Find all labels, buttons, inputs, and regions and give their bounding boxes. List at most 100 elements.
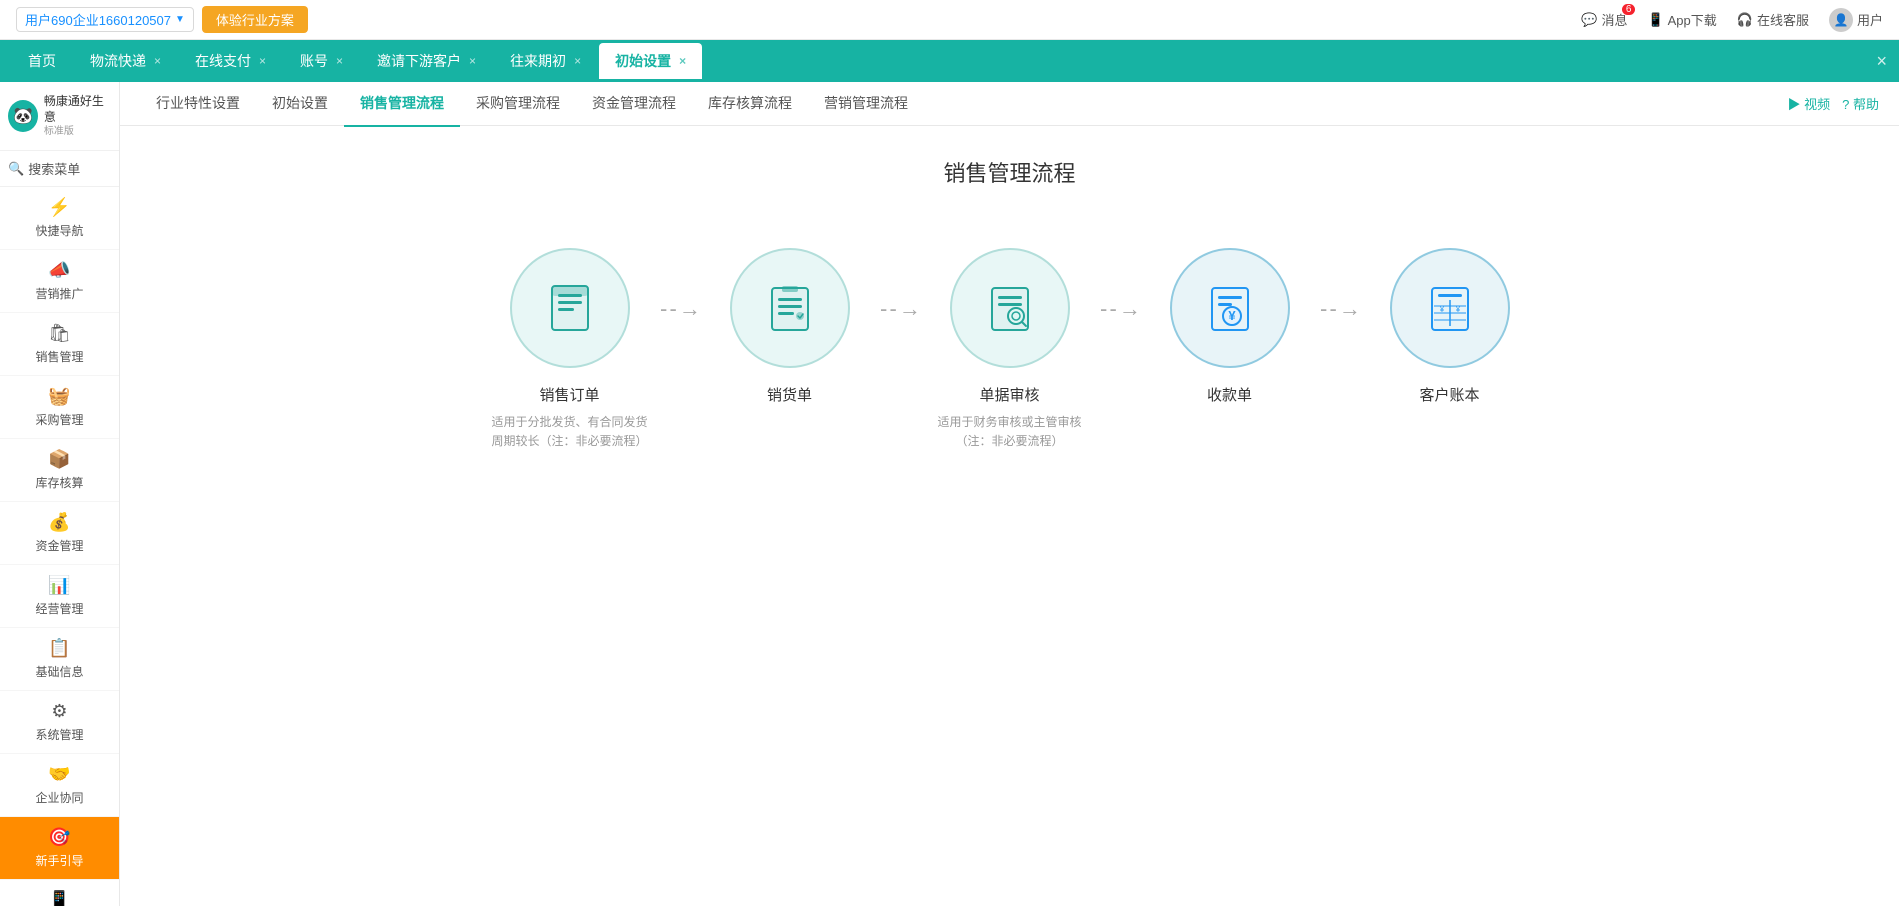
audit-circle[interactable] [950,248,1070,368]
arrow-2: - - → [870,248,930,322]
top-bar-right: 💬 消息 6 📱 App下载 🎧 在线客服 👤 用户 [1581,8,1883,32]
guide-icon: 🎯 [48,827,70,848]
delivery-circle[interactable] [730,248,850,368]
ledger-circle[interactable]: ¥ ¥ [1390,248,1510,368]
delivery-icon [762,280,818,336]
arrow-1: - - → [650,248,710,322]
svg-text:¥: ¥ [1228,308,1236,323]
process-title: 销售管理流程 [160,156,1859,188]
close-payment-icon[interactable]: × [259,54,266,68]
sales-order-name: 销售订单 [539,384,599,405]
sidebar-item-marketing[interactable]: 📣 营销推广 [0,250,119,313]
close-all-tabs[interactable]: × [1876,51,1887,72]
sidebar-search[interactable]: 🔍 搜索菜单 [0,151,119,187]
sub-tab-sales-flow[interactable]: 销售管理流程 [344,82,460,127]
enterprise-icon: 🤝 [48,764,70,785]
sub-tab-initial[interactable]: 初始设置 [256,82,344,127]
logo-icon: 🐼 [8,100,38,132]
process-content: 销售管理流程 销售订单 适用于分批发货、有合同发货周期较长（ [120,126,1899,906]
audit-desc: 适用于财务审核或主管审核（注：非必要流程） [930,413,1090,451]
purchase-label: 采购管理 [35,411,83,428]
close-init-icon[interactable]: × [679,54,686,68]
user-selector[interactable]: 用户690企业1660120507 ▼ [16,7,194,32]
inventory-label: 库存核算 [35,474,83,491]
trial-button[interactable]: 体验行业方案 [202,6,308,33]
sub-tab-inventory-calc[interactable]: 库存核算流程 [692,82,808,127]
sub-tab-marketing-flow[interactable]: 营销管理流程 [808,82,924,127]
help-link[interactable]: ? 帮助 [1842,94,1879,113]
sidebar-item-operations[interactable]: 📊 经营管理 [0,565,119,628]
audit-icon [982,280,1038,336]
tab-init[interactable]: 初始设置 × [599,43,702,79]
sub-tab-capital-flow[interactable]: 资金管理流程 [576,82,692,127]
user-label: 用户 [1857,10,1883,29]
tab-logistics[interactable]: 物流快递 × [74,43,177,79]
sidebar-item-quick-nav[interactable]: ⚡ 快捷导航 [0,187,119,250]
sidebar-item-app-center[interactable]: 📱 应用中心 [0,880,119,906]
close-logistics-icon[interactable]: × [154,54,161,68]
finance-icon: 💰 [48,512,70,533]
sales-label: 销售管理 [35,348,83,365]
main-layout: 🐼 畅康通好生意 标准版 🔍 搜索菜单 ⚡ 快捷导航 📣 营销推广 🛍 销售管理… [0,82,1899,906]
quick-nav-icon: ⚡ [48,197,70,218]
tab-invite[interactable]: 邀请下游客户 × [361,43,492,79]
close-invite-icon[interactable]: × [469,54,476,68]
system-icon: ⚙ [51,701,67,722]
sidebar-item-system[interactable]: ⚙ 系统管理 [0,691,119,754]
audit-name: 单据审核 [979,384,1039,405]
receipt-circle[interactable]: ¥ [1170,248,1290,368]
user-avatar: 👤 [1829,8,1853,32]
arrow-3: - - → [1090,248,1150,322]
process-step-receipt: ¥ 收款单 [1150,248,1310,413]
operations-label: 经营管理 [35,600,83,617]
operations-icon: 📊 [48,575,70,596]
sidebar-item-inventory[interactable]: 📦 库存核算 [0,439,119,502]
marketing-label: 营销推广 [35,285,83,302]
guide-label: 新手引导 [35,852,83,869]
video-link[interactable]: ▶ 视频 [1787,94,1830,113]
close-period-icon[interactable]: × [574,54,581,68]
sub-tab-purchase-flow[interactable]: 采购管理流程 [460,82,576,127]
process-step-audit: 单据审核 适用于财务审核或主管审核（注：非必要流程） [930,248,1090,451]
service-item[interactable]: 🎧 在线客服 [1737,10,1809,29]
ledger-icon: ¥ ¥ [1422,280,1478,336]
sidebar-item-guide[interactable]: 🎯 新手引导 [0,817,119,880]
process-step-ledger: ¥ ¥ 客户账本 [1370,248,1530,413]
sales-order-desc: 适用于分批发货、有合同发货周期较长（注：非必要流程） [490,413,650,451]
sidebar-item-enterprise[interactable]: 🤝 企业协同 [0,754,119,817]
process-step-delivery: 销货单 [710,248,870,413]
service-icon: 🎧 [1737,12,1753,28]
logo-title: 畅康通好生意 [44,94,111,125]
app-download-item[interactable]: 📱 App下载 [1647,10,1716,29]
sidebar-item-sales[interactable]: 🛍 销售管理 [0,313,119,376]
sales-order-icon [542,280,598,336]
sub-tab-industry[interactable]: 行业特性设置 [140,82,256,127]
purchase-icon: 🧺 [48,386,70,407]
message-item[interactable]: 💬 消息 6 [1581,10,1627,29]
logo-text: 畅康通好生意 标准版 [44,94,111,138]
tab-payment[interactable]: 在线支付 × [179,43,282,79]
logo-subtitle: 标准版 [44,125,111,138]
sidebar-item-purchase[interactable]: 🧺 采购管理 [0,376,119,439]
tab-home[interactable]: 首页 [12,43,72,79]
sidebar-item-base-info[interactable]: 📋 基础信息 [0,628,119,691]
process-flow: 销售订单 适用于分批发货、有合同发货周期较长（注：非必要流程） - - → [160,248,1859,451]
tab-account[interactable]: 账号 × [284,43,359,79]
user-item[interactable]: 👤 用户 [1829,8,1883,32]
sales-icon: 🛍 [48,323,71,344]
arrow-4: - - → [1310,248,1370,322]
delivery-name: 销货单 [767,384,812,405]
receipt-name: 收款单 [1207,384,1252,405]
base-info-icon: 📋 [48,638,70,659]
tab-period[interactable]: 往来期初 × [494,43,597,79]
system-label: 系统管理 [35,726,83,743]
sidebar-logo: 🐼 畅康通好生意 标准版 [0,82,119,151]
close-account-icon[interactable]: × [336,54,343,68]
sidebar-item-finance[interactable]: 💰 资金管理 [0,502,119,565]
app-center-icon: 📱 [48,890,70,906]
help-label: 帮助 [1853,97,1879,112]
sub-tabs: 行业特性设置 初始设置 销售管理流程 采购管理流程 资金管理流程 库存核算流程 … [120,82,1899,126]
sales-order-circle[interactable] [510,248,630,368]
top-bar-left: 用户690企业1660120507 ▼ 体验行业方案 [16,6,308,33]
service-label: 在线客服 [1757,10,1809,29]
